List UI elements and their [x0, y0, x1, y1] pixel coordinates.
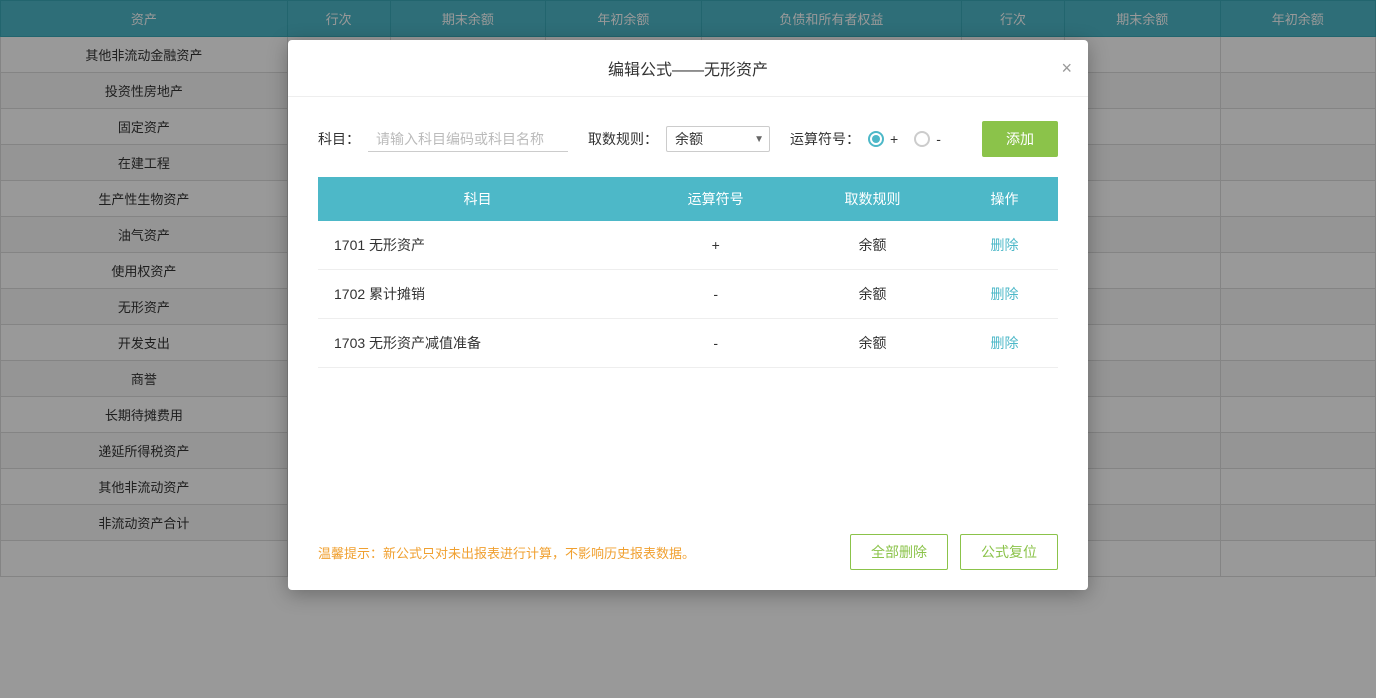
- subject-label: 科目：: [318, 129, 360, 149]
- radio-plus-circle: [868, 131, 884, 147]
- row1-rule: 余额: [794, 221, 951, 270]
- operator-label: 运算符号：: [790, 129, 860, 149]
- row3-action: 删除: [951, 319, 1058, 368]
- modal-close-button[interactable]: ×: [1061, 59, 1072, 77]
- row3-operator: -: [637, 319, 794, 368]
- rule-select[interactable]: 余额 借方 贷方 借方发生额 贷方发生额: [666, 126, 770, 152]
- modal-header: 编辑公式——无形资产 ×: [288, 40, 1088, 97]
- delete-row2-button[interactable]: 删除: [991, 284, 1019, 304]
- modal-body: 科目： 取数规则： 余额 借方 贷方 借方发生额 贷方发生额: [288, 97, 1088, 518]
- operator-radio-group: + -: [868, 131, 941, 147]
- row2-operator: -: [637, 270, 794, 319]
- form-row: 科目： 取数规则： 余额 借方 贷方 借方发生额 贷方发生额: [318, 121, 1058, 157]
- rule-label: 取数规则：: [588, 129, 658, 149]
- rule-group: 取数规则： 余额 借方 贷方 借方发生额 贷方发生额 ▼: [588, 126, 770, 152]
- delete-row1-button[interactable]: 删除: [991, 235, 1019, 255]
- formula-table: 科目 运算符号 取数规则 操作 1701 无形资产 + 余额 删除: [318, 177, 1058, 368]
- table-row: 1703 无形资产减值准备 - 余额 删除: [318, 319, 1058, 368]
- operator-minus-label: -: [936, 131, 941, 147]
- row3-subject: 1703 无形资产减值准备: [318, 319, 637, 368]
- row2-subject: 1702 累计摊销: [318, 270, 637, 319]
- th-rule: 取数规则: [794, 177, 951, 221]
- operator-plus-label: +: [890, 131, 898, 147]
- modal-overlay: 编辑公式——无形资产 × 科目： 取数规则：: [0, 0, 1376, 698]
- footer-tip: 温馨提示：新公式只对未出报表进行计算，不影响历史报表数据。: [318, 543, 695, 562]
- add-button[interactable]: 添加: [982, 121, 1058, 157]
- th-operator: 运算符号: [637, 177, 794, 221]
- modal-title: 编辑公式——无形资产: [608, 62, 768, 79]
- row1-action: 删除: [951, 221, 1058, 270]
- subject-group: 科目：: [318, 127, 568, 152]
- rule-select-wrapper: 余额 借方 贷方 借方发生额 贷方发生额 ▼: [666, 126, 770, 152]
- th-subject: 科目: [318, 177, 637, 221]
- operator-group: 运算符号： + -: [790, 129, 941, 149]
- modal-footer: 温馨提示：新公式只对未出报表进行计算，不影响历史报表数据。 全部删除 公式复位: [288, 518, 1088, 590]
- table-row: 1702 累计摊销 - 余额 删除: [318, 270, 1058, 319]
- row2-rule: 余额: [794, 270, 951, 319]
- delete-all-button[interactable]: 全部删除: [850, 534, 948, 570]
- reset-formula-button[interactable]: 公式复位: [960, 534, 1058, 570]
- modal-dialog: 编辑公式——无形资产 × 科目： 取数规则：: [288, 40, 1088, 590]
- footer-buttons: 全部删除 公式复位: [850, 534, 1058, 570]
- th-action: 操作: [951, 177, 1058, 221]
- table-row: 1701 无形资产 + 余额 删除: [318, 221, 1058, 270]
- operator-plus-radio[interactable]: +: [868, 131, 898, 147]
- table-header-row: 科目 运算符号 取数规则 操作: [318, 177, 1058, 221]
- row3-rule: 余额: [794, 319, 951, 368]
- row1-subject: 1701 无形资产: [318, 221, 637, 270]
- delete-row3-button[interactable]: 删除: [991, 333, 1019, 353]
- row1-operator: +: [637, 221, 794, 270]
- radio-minus-circle: [914, 131, 930, 147]
- row2-action: 删除: [951, 270, 1058, 319]
- operator-minus-radio[interactable]: -: [914, 131, 941, 147]
- subject-input[interactable]: [368, 127, 568, 152]
- page-container: 资产 行次 期末余额 年初余额 负债和所有者权益 行次 期末余额 年初余额 其他…: [0, 0, 1376, 698]
